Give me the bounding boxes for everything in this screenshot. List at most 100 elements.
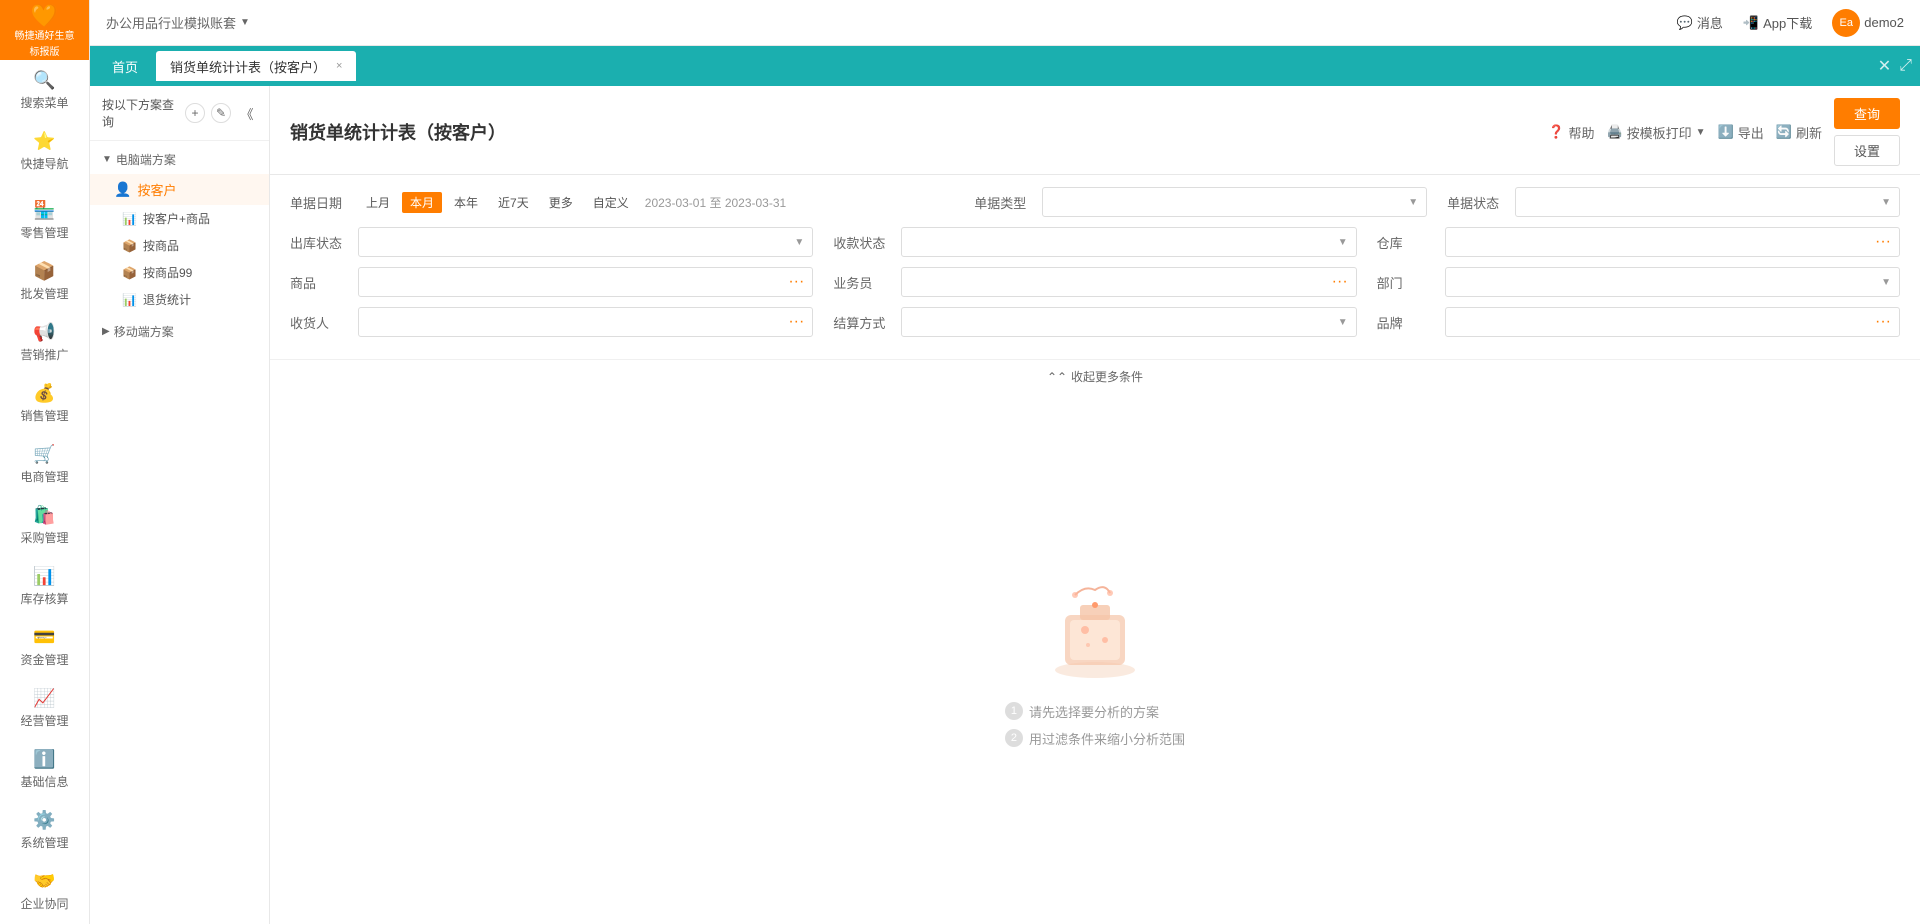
receiver-dots-icon: ··· [788,313,804,331]
logo-icon: 🧡 [31,3,58,29]
refresh-button[interactable]: 🔄 刷新 [1776,123,1822,142]
pc-plan-group[interactable]: ▼ 电脑端方案 [90,145,269,174]
sidebar-item-inventory[interactable]: 📊 库存核算 [0,556,90,617]
tab-home-label: 首页 [112,57,138,76]
sidebar-item-operation[interactable]: 📈 经营管理 [0,678,90,739]
user-menu[interactable]: Ea demo2 [1832,9,1904,37]
print-chevron-icon: ▼ [1696,127,1706,138]
sidebar-item-retail[interactable]: 🏪 零售管理 [0,190,90,251]
filter-order-type: 单据类型 ▼ [974,187,1427,217]
sidebar-item-enterprise[interactable]: 🤝 企业协同 [0,861,90,922]
purchase-icon: 🛍️ [5,505,85,526]
chevron-down-icon-os: ▼ [1881,197,1891,208]
edit-plan-button[interactable]: ✎ [211,103,231,123]
sidebar-item-sysconfig[interactable]: ⚙️ 系统管理 [0,800,90,861]
filter-receiver: 收货人 ··· [290,307,813,337]
ship-status-select[interactable]: ▼ [358,227,813,257]
tab-sales-stat[interactable]: 销货单统计计表（按客户） × [156,51,356,81]
plan-subitem-product[interactable]: 📦 按商品 [90,232,269,259]
salesperson-input[interactable]: ··· [901,267,1356,297]
download-icon: 📲 [1743,15,1759,31]
messages-button[interactable]: 💬 消息 [1677,13,1723,32]
filter-row-2: 出库状态 ▼ 收款状态 ▼ [290,227,1900,257]
add-plan-button[interactable]: + [185,103,205,123]
product-input[interactable]: ··· [358,267,813,297]
filter-ship-status: 出库状态 ▼ [290,227,813,257]
empty-icon [1035,570,1155,690]
sidebar-item-finance[interactable]: 💳 资金管理 [0,617,90,678]
date-tab-more[interactable]: 更多 [541,192,581,213]
hint-text-1: 请先选择要分析的方案 [1029,702,1159,721]
inventory-icon: 📊 [5,566,85,587]
chart-icon-1: 📊 [122,212,137,226]
tab-home[interactable]: 首页 [98,51,152,81]
sidebar-label-operation: 经营管理 [20,714,68,728]
sidebar-item-marketing[interactable]: 📢 营销推广 [0,312,90,373]
print-button[interactable]: 🖨️ 按模板打印 ▼ [1606,123,1705,142]
warehouse-input[interactable]: ··· [1445,227,1900,257]
order-type-select[interactable]: ▼ [1042,187,1427,217]
chevron-down-icon-cs: ▼ [1338,237,1348,248]
settings-button[interactable]: 设置 [1834,135,1900,166]
plan-subitem-returns[interactable]: 📊 退货统计 [90,286,269,313]
order-status-select[interactable]: ▼ [1515,187,1900,217]
star-icon: ⭐ [5,131,85,152]
date-tab-this-year[interactable]: 本年 [446,192,486,213]
sidebar-label-wholesale: 批发管理 [20,287,68,301]
chart-icon-2: 📊 [122,293,137,307]
sidebar-item-basic[interactable]: ℹ️ 基础信息 [0,739,90,800]
sidebar-item-ecom[interactable]: 🛒 电商管理 [0,434,90,495]
department-select[interactable]: ▼ [1445,267,1900,297]
mobile-plan-group[interactable]: ▶ 移动端方案 [90,317,269,346]
date-tab-last-month[interactable]: 上月 [358,192,398,213]
export-button[interactable]: ⬇️ 导出 [1718,123,1764,142]
query-button[interactable]: 查询 [1834,98,1900,129]
collapse-icon: 《 [240,104,253,123]
app-logo[interactable]: 🧡 畅捷通好生意 标报版 [0,0,90,60]
filter-salesperson: 业务员 ··· [833,267,1356,297]
settlement-select[interactable]: ▼ [901,307,1356,337]
account-dropdown[interactable]: 办公用品行业模拟账套 ▼ [106,13,250,32]
sidebar-item-search-menu[interactable]: 🔍 搜索菜单 [0,60,90,121]
order-type-label: 单据类型 [974,193,1034,212]
collapse-bar[interactable]: ⌃⌃ 收起更多条件 [270,359,1920,393]
empty-text-block: 1 请先选择要分析的方案 2 用过滤条件来缩小分析范围 [1005,702,1185,748]
sidebar-label-inventory: 库存核算 [20,592,68,606]
mobile-plan-label: 移动端方案 [114,323,174,340]
tab-bar: 首页 销货单统计计表（按客户） × ✕ ⤢ [90,46,1920,86]
operation-icon: 📈 [5,688,85,709]
tab-close-icon[interactable]: × [336,60,342,72]
brand-dots-icon: ··· [1875,313,1891,331]
sidebar-item-sales[interactable]: 💰 销售管理 [0,373,90,434]
username: demo2 [1864,15,1904,30]
tab-expand-button[interactable]: ⤢ [1899,57,1912,75]
receiver-input[interactable]: ··· [358,307,813,337]
sidebar: 🧡 畅捷通好生意 标报版 🔍 搜索菜单 ⭐ 快捷导航 🏪 零售管理 📦 批发管理… [0,0,90,924]
avatar-text: Ea [1840,17,1853,29]
collapse-panel-button[interactable]: 《 [237,103,257,123]
plan-subitem-product99[interactable]: 📦 按商品99 [90,259,269,286]
chevron-down-icon-ss: ▼ [794,237,804,248]
plan-subitem-customer-product[interactable]: 📊 按客户+商品 [90,205,269,232]
empty-hint-2: 2 用过滤条件来缩小分析范围 [1005,729,1185,748]
sidebar-item-quick-nav[interactable]: ⭐ 快捷导航 [0,121,90,182]
sidebar-item-purchase[interactable]: 🛍️ 采购管理 [0,495,90,556]
date-tab-custom[interactable]: 自定义 [585,192,637,213]
chevron-down-icon: ▼ [240,17,250,28]
account-name: 办公用品行业模拟账套 [106,13,236,32]
brand-label: 品牌 [1377,313,1437,332]
date-tab-7days[interactable]: 近7天 [490,192,537,213]
date-tab-this-month[interactable]: 本月 [402,192,442,213]
brand-input[interactable]: ··· [1445,307,1900,337]
left-panel-title: 按以下方案查询 [102,96,185,130]
plan-item-by-customer[interactable]: 👤 按客户 [90,174,269,205]
tab-close-button[interactable]: ✕ [1878,56,1891,76]
collect-status-select[interactable]: ▼ [901,227,1356,257]
receiver-label: 收货人 [290,313,350,332]
app-download-button[interactable]: 📲 App下载 [1743,13,1812,32]
box-icon-2: 📦 [122,266,137,280]
help-button[interactable]: ❓ 帮助 [1548,123,1594,142]
pc-plan-section: ▼ 电脑端方案 👤 按客户 📊 按客户+商品 📦 按商品 📦 按商品 [90,141,269,317]
sidebar-item-wholesale[interactable]: 📦 批发管理 [0,251,90,312]
marketing-icon: 📢 [5,322,85,343]
